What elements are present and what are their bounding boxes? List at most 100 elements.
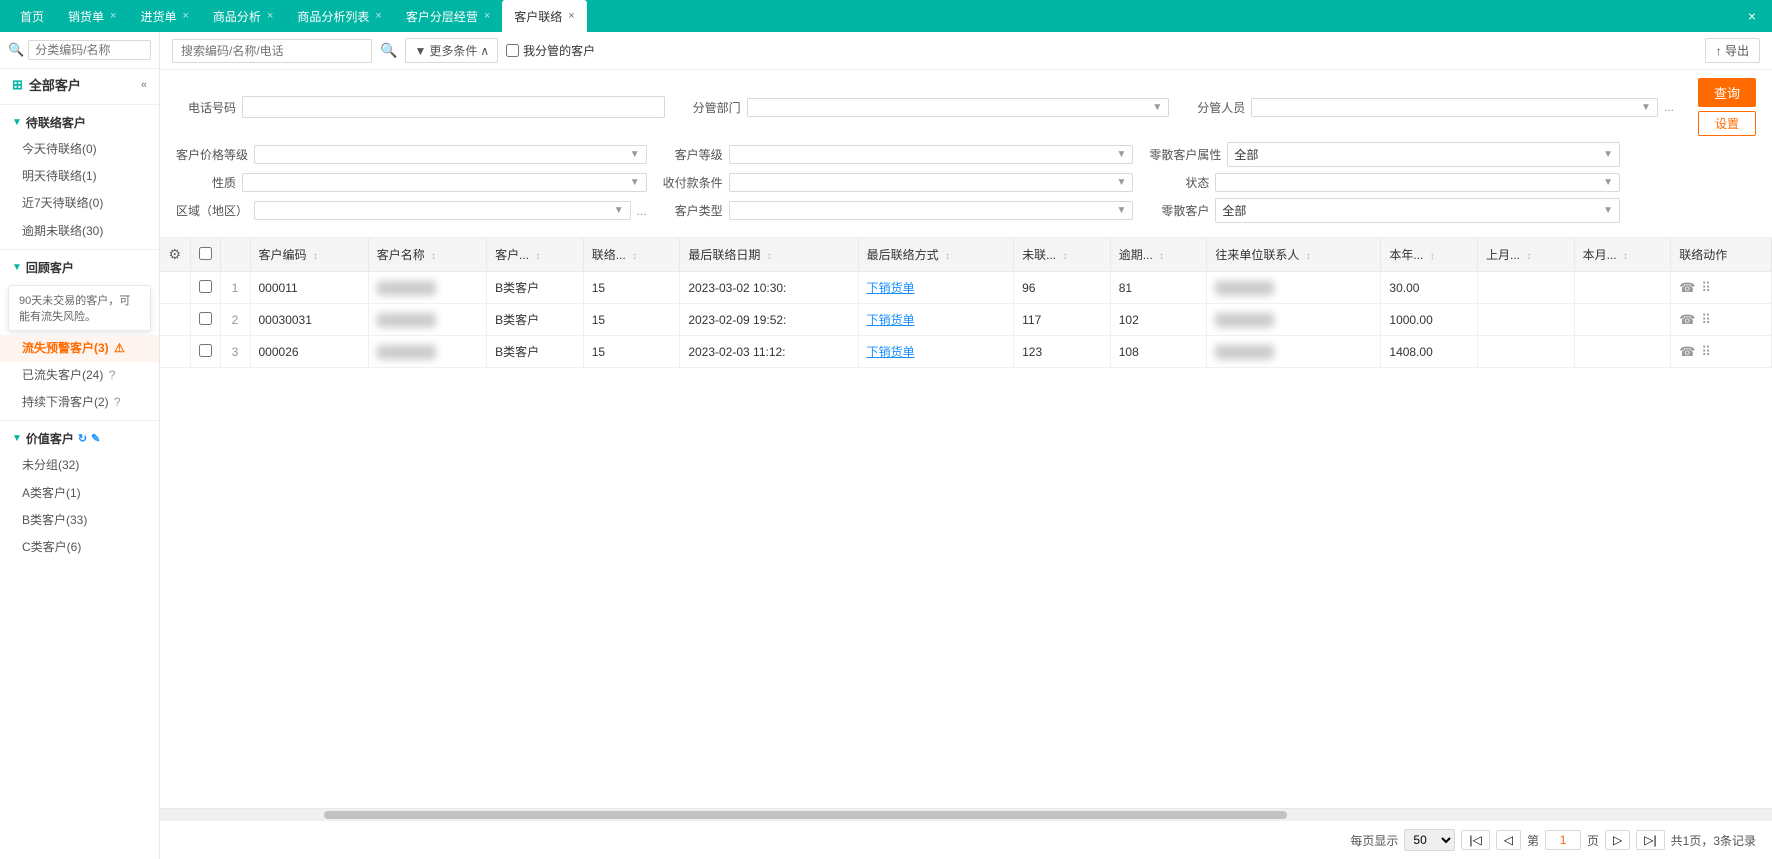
customer-level-select[interactable]: ▼ xyxy=(729,145,1134,164)
sidebar-item-overdue[interactable]: 逾期未联络(30) xyxy=(0,218,159,245)
more-action-icon-1[interactable]: ⠿ xyxy=(1701,312,1711,328)
dept-select[interactable]: ▼ xyxy=(747,98,1170,117)
settings-gear-icon[interactable]: ⚙ xyxy=(168,246,181,262)
search-button[interactable]: 🔍 xyxy=(380,42,397,59)
customer-type-select[interactable]: ▼ xyxy=(729,201,1134,220)
tab-purchase[interactable]: 进货单 × xyxy=(128,0,200,32)
sidebar-item-class-a[interactable]: A类客户(1) xyxy=(0,480,159,507)
code-col-header[interactable]: 客户编码 ↕ xyxy=(250,238,368,272)
close-sales-tab[interactable]: × xyxy=(110,10,116,22)
more-action-icon-2[interactable]: ⠿ xyxy=(1701,344,1711,360)
row-last-method-0[interactable]: 下销货单 xyxy=(858,272,1013,304)
more-action-icon-0[interactable]: ⠿ xyxy=(1701,280,1711,296)
overdue-col-header[interactable]: 逾期... ↕ xyxy=(1110,238,1207,272)
collapse-btn[interactable]: « xyxy=(141,79,147,91)
sidebar-group-pending[interactable]: ▼ 待联络客户 xyxy=(0,109,159,136)
page-size-select[interactable]: 50 100 200 xyxy=(1404,829,1455,851)
sidebar-item-unsegmented[interactable]: 未分组(32) xyxy=(0,452,159,479)
price-level-select[interactable]: ▼ xyxy=(254,145,647,164)
contact-action-icon-0[interactable]: ☎ xyxy=(1679,280,1695,296)
close-purchase-tab[interactable]: × xyxy=(182,10,188,22)
sidebar-group-value[interactable]: ▼ 价值客户 ↻ ✎ xyxy=(0,425,159,452)
row-action-0[interactable]: ☎ ⠿ xyxy=(1671,272,1772,304)
retail-customer-label: 零散客户 xyxy=(1149,202,1209,219)
close-all-btn[interactable]: × xyxy=(1740,8,1764,24)
last-page-btn[interactable]: ▷| xyxy=(1636,830,1664,850)
scrollbar-thumb[interactable] xyxy=(324,811,1286,819)
tab-customer-contact[interactable]: 客户联络 × xyxy=(502,0,586,32)
manager-ellipsis[interactable]: ... xyxy=(1664,100,1674,114)
tab-analysis[interactable]: 商品分析 × xyxy=(201,0,285,32)
sidebar-item-class-b[interactable]: B类客户(33) xyxy=(0,507,159,534)
region-ellipsis[interactable]: ... xyxy=(637,204,647,218)
row-last-method-1[interactable]: 下销货单 xyxy=(858,304,1013,336)
refresh-icon[interactable]: ↻ xyxy=(78,432,87,445)
sidebar-all-customers[interactable]: ⊞ 全部客户 « xyxy=(0,69,159,100)
sidebar-group-review[interactable]: ▼ 回顾客户 xyxy=(0,254,159,281)
last-method-col-header[interactable]: 最后联络方式 ↕ xyxy=(858,238,1013,272)
region-select[interactable]: ▼ xyxy=(254,201,631,220)
close-customer-seg-tab[interactable]: × xyxy=(484,10,490,22)
more-conditions-btn[interactable]: ▼ 更多条件 ∧ xyxy=(405,38,498,63)
my-customers-checkbox[interactable] xyxy=(506,44,519,57)
contact-col-header[interactable]: 联络... ↕ xyxy=(583,238,680,272)
tab-analysis-table[interactable]: 商品分析列表 × xyxy=(285,0,393,32)
no-contact-col-header[interactable]: 未联... ↕ xyxy=(1014,238,1111,272)
prev-page-btn[interactable]: ◁ xyxy=(1496,830,1521,850)
close-customer-contact-tab[interactable]: × xyxy=(568,10,574,22)
payment-select[interactable]: ▼ xyxy=(729,173,1134,192)
edit-icon[interactable]: ✎ xyxy=(91,432,100,445)
row-checkbox-0[interactable] xyxy=(190,272,220,304)
last-date-col-header[interactable]: 最后联络日期 ↕ xyxy=(680,238,858,272)
search-input[interactable] xyxy=(172,39,372,63)
filter-customer-level: 客户等级 ▼ xyxy=(663,145,1134,164)
manager-select[interactable]: ▼ xyxy=(1251,98,1658,117)
next-page-btn[interactable]: ▷ xyxy=(1605,830,1630,850)
my-customers-checkbox-label[interactable]: 我分管的客户 xyxy=(506,42,595,59)
settings-col-header[interactable]: ⚙ xyxy=(160,238,190,272)
chevron-icon-11: ▼ xyxy=(1603,205,1613,216)
sidebar-item-week[interactable]: 近7天待联络(0) xyxy=(0,190,159,217)
checkbox-col-header[interactable] xyxy=(190,238,220,272)
settings-btn[interactable]: 设置 xyxy=(1698,111,1756,136)
retail-customer-select[interactable]: 全部 ▼ xyxy=(1215,198,1620,223)
retail-attr-select[interactable]: 全部 ▼ xyxy=(1227,142,1620,167)
contact-action-icon-1[interactable]: ☎ xyxy=(1679,312,1695,328)
nature-select[interactable]: ▼ xyxy=(242,173,647,192)
row-checkbox-2[interactable] xyxy=(190,336,220,368)
sidebar-item-at-risk[interactable]: 流失预警客户(3) ⚠ xyxy=(0,335,159,362)
close-analysis-table-tab[interactable]: × xyxy=(375,10,381,22)
row-last-method-2[interactable]: 下销货单 xyxy=(858,336,1013,368)
contact-action-icon-2[interactable]: ☎ xyxy=(1679,344,1695,360)
close-analysis-tab[interactable]: × xyxy=(267,10,273,22)
first-page-btn[interactable]: |◁ xyxy=(1461,830,1489,850)
sidebar-item-class-c[interactable]: C类客户(6) xyxy=(0,534,159,561)
this-month-col-header[interactable]: 本月... ↕ xyxy=(1574,238,1671,272)
sidebar-item-today[interactable]: 今天待联络(0) xyxy=(0,136,159,163)
tooltip-lost: 90天未交易的客户，可能有流失风险。 xyxy=(8,285,151,331)
unit-contact-col-header[interactable]: 往来单位联系人 ↕ xyxy=(1207,238,1381,272)
name-col-header[interactable]: 客户名称 ↕ xyxy=(368,238,486,272)
sidebar-item-declining[interactable]: 持续下滑客户(2) ? xyxy=(0,389,159,416)
phone-input[interactable] xyxy=(242,96,665,118)
row-action-2[interactable]: ☎ ⠿ xyxy=(1671,336,1772,368)
select-all-checkbox[interactable] xyxy=(199,247,212,260)
query-btn[interactable]: 查询 xyxy=(1698,78,1756,107)
page-input[interactable] xyxy=(1545,830,1581,850)
tab-customer-seg[interactable]: 客户分层经营 × xyxy=(394,0,502,32)
this-year-col-header[interactable]: 本年... ↕ xyxy=(1381,238,1478,272)
row-checkbox-1[interactable] xyxy=(190,304,220,336)
row-overdue-1: 102 xyxy=(1110,304,1207,336)
type-col-header[interactable]: 客户... ↕ xyxy=(487,238,584,272)
row-no-contact-0: 96 xyxy=(1014,272,1111,304)
last-month-col-header[interactable]: 上月... ↕ xyxy=(1478,238,1575,272)
status-select[interactable]: ▼ xyxy=(1215,173,1620,192)
category-search-input[interactable] xyxy=(28,40,151,60)
export-btn[interactable]: ↑ 导出 xyxy=(1705,38,1760,63)
horizontal-scrollbar[interactable] xyxy=(160,808,1772,820)
row-action-1[interactable]: ☎ ⠿ xyxy=(1671,304,1772,336)
tab-home[interactable]: 首页 xyxy=(8,0,56,32)
sidebar-item-lost[interactable]: 已流失客户(24) ? xyxy=(0,362,159,389)
tab-sales[interactable]: 销货单 × xyxy=(56,0,128,32)
sidebar-item-tomorrow[interactable]: 明天待联络(1) xyxy=(0,163,159,190)
